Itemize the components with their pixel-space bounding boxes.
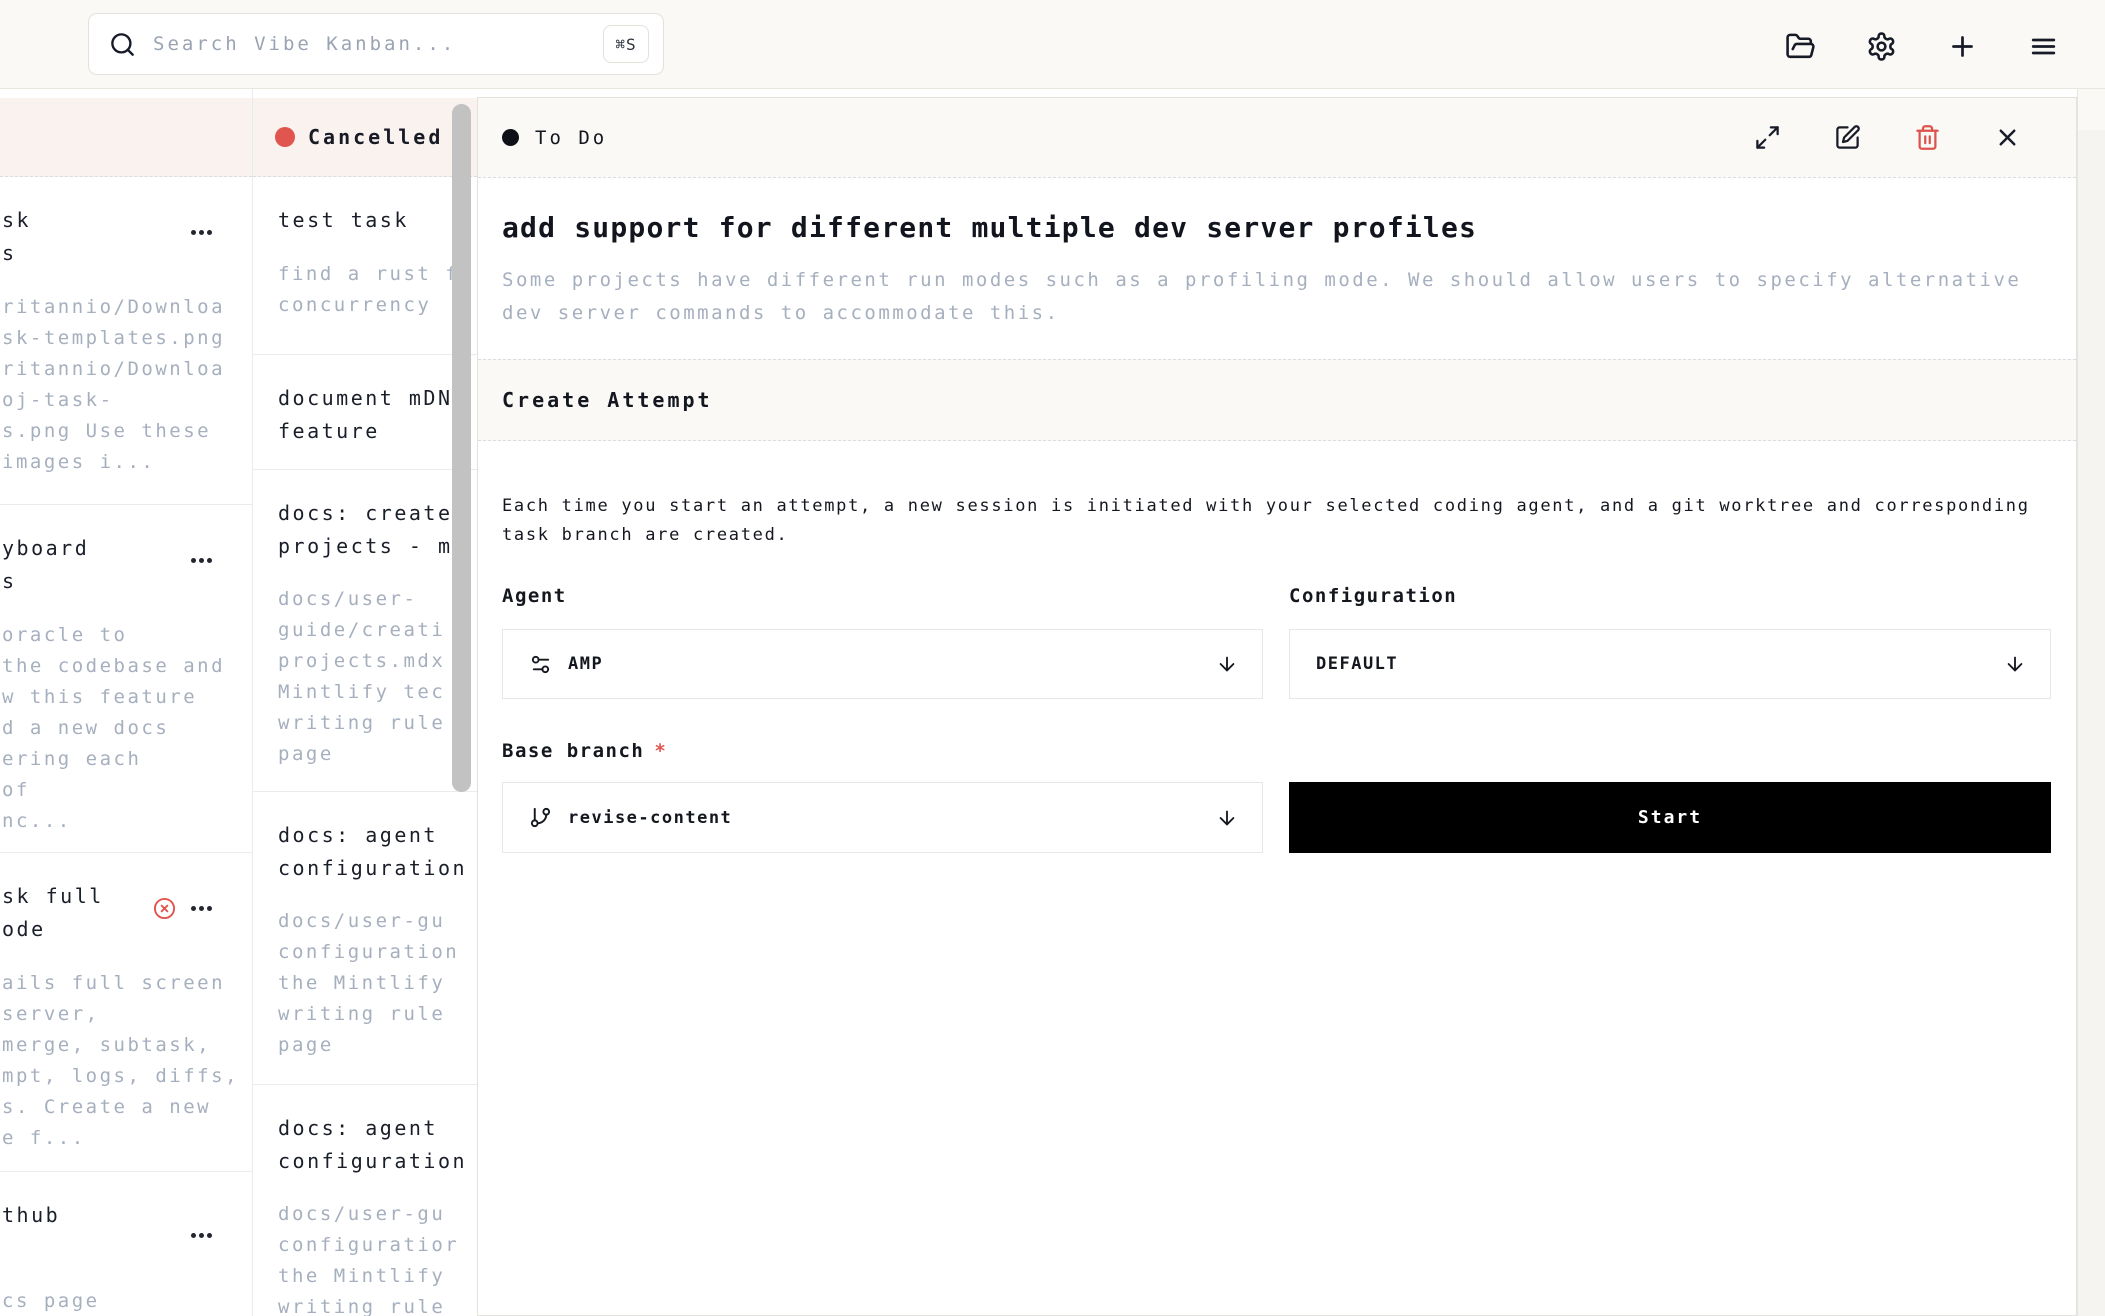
delete-task-button[interactable] bbox=[1914, 124, 1941, 151]
agent-value: AMP bbox=[568, 654, 604, 674]
task-card[interactable]: sk full ode ails full screen server, merge,… bbox=[0, 853, 252, 1172]
cancelled-status-dot bbox=[275, 127, 295, 147]
kanban-column-1: sk s ritannio/Downloa sk-templates.png rita… bbox=[0, 88, 253, 1316]
cancelled-status-icon bbox=[153, 897, 176, 920]
board-scrollbar-thumb[interactable] bbox=[452, 104, 471, 792]
todo-status-dot bbox=[502, 129, 519, 146]
task-status-label: To Do bbox=[535, 126, 608, 149]
task-card-title: sk full ode bbox=[2, 884, 104, 941]
task-card-title: sk s bbox=[2, 208, 32, 265]
task-card-title: thub bbox=[2, 1203, 61, 1227]
configuration-value: DEFAULT bbox=[1316, 654, 1399, 674]
cancelled-column-label: Cancelled bbox=[308, 125, 444, 149]
task-card-title: test task bbox=[278, 208, 409, 232]
agent-label: Agent bbox=[502, 585, 567, 607]
settings-button[interactable] bbox=[1866, 31, 1897, 62]
search-shortcut-badge: ⌘S bbox=[603, 25, 649, 63]
create-attempt-section-header: Create Attempt bbox=[478, 359, 2076, 441]
task-card[interactable]: thub cs page bbox=[0, 1172, 252, 1316]
start-attempt-button[interactable]: Start bbox=[1289, 782, 2051, 853]
folder-open-icon bbox=[1786, 33, 1815, 59]
close-panel-button[interactable] bbox=[1994, 124, 2021, 151]
task-card-description: cs page bbox=[2, 1290, 100, 1312]
create-attempt-info: Each time you start an attempt, a new se… bbox=[502, 496, 2030, 545]
task-card-title: yboard s bbox=[2, 536, 90, 593]
chevron-down-icon bbox=[2004, 653, 2026, 675]
task-card-title: docs: create projects - m bbox=[278, 501, 453, 558]
task-description: Some projects have different run modes s… bbox=[502, 269, 2022, 324]
task-card[interactable]: document mDN feature bbox=[253, 355, 477, 470]
card-menu-button[interactable] bbox=[191, 1224, 212, 1246]
task-card-description: docs/user-guide/creati projects.mdx Mintli… bbox=[278, 588, 446, 765]
close-icon bbox=[1999, 129, 2016, 146]
plus-icon bbox=[1952, 36, 1973, 57]
chevron-down-icon bbox=[1216, 807, 1238, 829]
task-card[interactable]: docs: agent configuration docs/user-gu con… bbox=[253, 1085, 477, 1316]
base-branch-label: Base branch * bbox=[502, 740, 668, 762]
task-detail-panel: To Do add support for different multiple… bbox=[477, 97, 2077, 1316]
create-attempt-title: Create Attempt bbox=[502, 388, 713, 412]
card-menu-button[interactable] bbox=[191, 221, 212, 243]
cancelled-column-header: Cancelled bbox=[253, 98, 477, 177]
panel-header: To Do bbox=[478, 98, 2076, 178]
open-project-folder-button[interactable] bbox=[1785, 31, 1816, 62]
configuration-select[interactable]: DEFAULT bbox=[1289, 629, 2051, 699]
card-menu-button[interactable] bbox=[191, 549, 212, 571]
kanban-column-cancelled: Cancelled test task find a rust fi concur… bbox=[253, 88, 477, 1316]
expand-fullscreen-button[interactable] bbox=[1754, 124, 1781, 151]
task-card[interactable]: sk s ritannio/Downloa sk-templates.png rita… bbox=[0, 177, 252, 505]
search-icon bbox=[109, 31, 136, 58]
task-card[interactable]: test task find a rust fi concurrency bbox=[253, 177, 477, 355]
task-card[interactable]: docs: agent configuration docs/user-gu con… bbox=[253, 792, 477, 1085]
edit-task-button[interactable] bbox=[1834, 124, 1861, 151]
search-input[interactable]: Search Vibe Kanban... ⌘S bbox=[88, 13, 664, 75]
column-1-header bbox=[0, 98, 252, 177]
task-card-description: find a rust fi concurrency bbox=[278, 263, 474, 316]
add-task-button[interactable] bbox=[1947, 31, 1978, 62]
task-card-title: docs: agent configuration bbox=[278, 823, 468, 880]
trash-icon bbox=[1916, 125, 1939, 150]
board-right-edge bbox=[2077, 88, 2105, 1316]
top-bar: Search Vibe Kanban... ⌘S bbox=[0, 0, 2105, 89]
gear-icon bbox=[1868, 32, 1895, 61]
base-branch-select[interactable]: revise-content bbox=[502, 782, 1263, 853]
task-card[interactable]: yboard s oracle to the codebase and w this … bbox=[0, 505, 252, 853]
search-placeholder: Search Vibe Kanban... bbox=[153, 33, 457, 55]
chevron-down-icon bbox=[1216, 653, 1238, 675]
task-card[interactable]: docs: create projects - m docs/user-guide… bbox=[253, 470, 477, 792]
git-branch-icon bbox=[529, 806, 552, 829]
task-card-description: docs/user-gu configuratior the Mintlify wri… bbox=[278, 1203, 460, 1316]
task-title: add support for different multiple dev s… bbox=[502, 211, 1478, 244]
configuration-label: Configuration bbox=[1289, 585, 1458, 607]
agent-select[interactable]: AMP bbox=[502, 629, 1263, 699]
required-asterisk: * bbox=[654, 740, 668, 762]
task-card-title: document mDN feature bbox=[278, 386, 453, 443]
task-card-description: oracle to the codebase and w this feature d… bbox=[2, 624, 226, 832]
edit-pencil-icon bbox=[1836, 125, 1860, 149]
task-card-description: ritannio/Downloa sk-templates.png ritannio… bbox=[2, 296, 226, 473]
card-menu-button[interactable] bbox=[191, 898, 212, 920]
task-card-description: ails full screen server, merge, subtask, mp… bbox=[2, 972, 239, 1149]
task-card-description: docs/user-gu configuration the Mintlify wri… bbox=[278, 910, 460, 1056]
task-card-title: docs: agent configuration bbox=[278, 1116, 468, 1173]
agent-sliders-icon bbox=[529, 653, 552, 676]
menu-button[interactable] bbox=[2028, 31, 2059, 62]
hamburger-menu-icon bbox=[2031, 38, 2056, 55]
maximize-icon bbox=[1756, 126, 1779, 149]
base-branch-value: revise-content bbox=[568, 807, 733, 828]
